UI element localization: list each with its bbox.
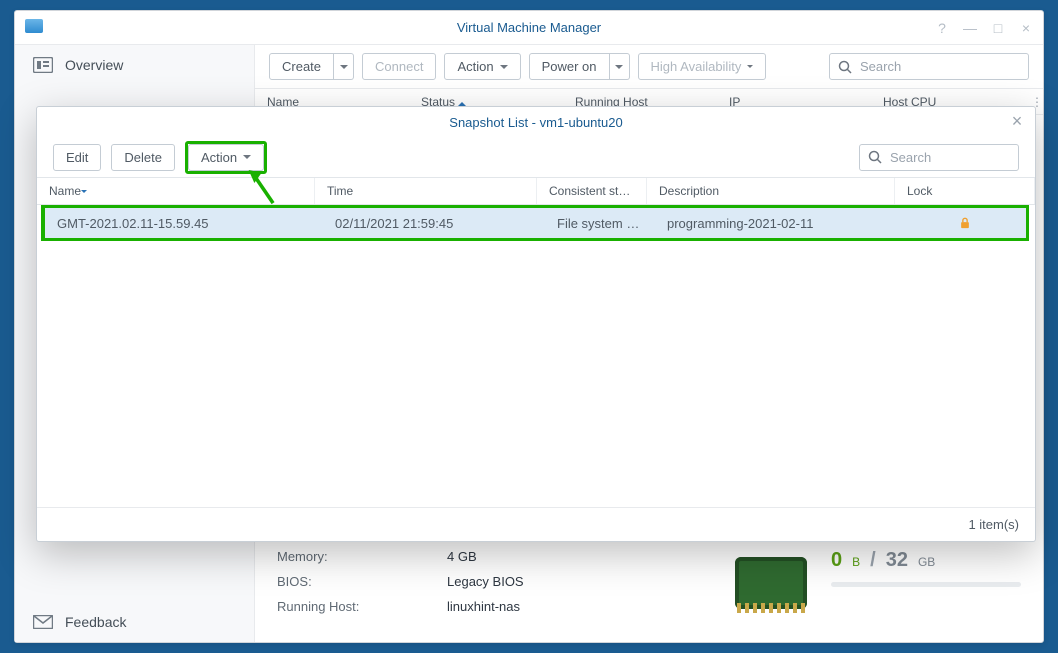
feedback-icon	[33, 614, 53, 630]
search-icon	[868, 150, 882, 164]
memory-used-value: 0	[831, 549, 842, 572]
memory-total-value: 32	[886, 549, 908, 572]
help-icon[interactable]: ?	[931, 17, 953, 39]
col-snapshot-time[interactable]: Time	[315, 178, 537, 204]
delete-button[interactable]: Delete	[111, 144, 175, 171]
modal-search-input[interactable]	[888, 149, 1010, 166]
create-button[interactable]: Create	[269, 53, 354, 80]
snapshot-table-body: GMT-2021.02.11-15.59.45 02/11/2021 21:59…	[37, 205, 1035, 507]
window-title: Virtual Machine Manager	[457, 20, 601, 35]
memory-used-unit: B	[852, 555, 860, 569]
chevron-down-icon	[243, 155, 251, 159]
edit-button[interactable]: Edit	[53, 144, 101, 171]
cell-snapshot-time: 02/11/2021 21:59:45	[323, 216, 545, 231]
close-icon[interactable]: ×	[1015, 17, 1037, 39]
memory-total-unit: GB	[918, 555, 935, 569]
search-icon	[838, 60, 852, 74]
window-controls: ? — □ ×	[931, 17, 1037, 39]
detail-memory-label: Memory:	[277, 549, 447, 564]
action-highlight: Action	[185, 141, 267, 174]
window-titlebar: Virtual Machine Manager ? — □ ×	[15, 11, 1043, 45]
vm-detail-kv: Memory:4 GB BIOS:Legacy BIOS Running Hos…	[277, 549, 524, 624]
overview-icon	[33, 57, 53, 73]
app-icon	[25, 19, 43, 33]
main-toolbar: Create Connect Action Power on High Avai…	[255, 45, 1043, 89]
snapshot-row[interactable]: GMT-2021.02.11-15.59.45 02/11/2021 21:59…	[45, 208, 1026, 238]
modal-close-icon[interactable]: ×	[1007, 111, 1027, 131]
sidebar-item-feedback[interactable]: Feedback	[15, 602, 254, 642]
modal-footer: 1 item(s)	[37, 507, 1035, 541]
row-highlight: GMT-2021.02.11-15.59.45 02/11/2021 21:59…	[41, 205, 1029, 241]
detail-running-host-value: linuxhint-nas	[447, 599, 520, 614]
action-button-main[interactable]: Action	[444, 53, 520, 80]
poweron-button[interactable]: Power on	[529, 53, 630, 80]
main-search-input[interactable]	[858, 58, 1020, 75]
lock-icon	[959, 217, 971, 229]
cell-snapshot-lock	[903, 217, 1026, 229]
item-count-label: 1 item(s)	[968, 517, 1019, 532]
detail-bios-label: BIOS:	[277, 574, 447, 589]
create-dropdown[interactable]	[334, 53, 354, 80]
modal-titlebar: Snapshot List - vm1-ubuntu20 ×	[37, 107, 1035, 137]
main-search[interactable]	[829, 53, 1029, 80]
modal-title-text: Snapshot List - vm1-ubuntu20	[449, 115, 622, 130]
col-snapshot-lock[interactable]: Lock	[895, 178, 1035, 204]
sort-desc-icon	[81, 190, 87, 193]
high-availability-button[interactable]: High Availability	[638, 53, 767, 80]
detail-bios-value: Legacy BIOS	[447, 574, 524, 589]
snapshot-table-header: Name Time Consistent st… Description Loc…	[37, 177, 1035, 205]
detail-memory-value: 4 GB	[447, 549, 477, 564]
sidebar-item-label: Overview	[65, 57, 123, 73]
cell-snapshot-description: programming-2021-02-11	[655, 216, 903, 231]
modal-search[interactable]	[859, 144, 1019, 171]
chevron-down-icon	[500, 65, 508, 69]
minimize-icon[interactable]: —	[959, 17, 981, 39]
modal-toolbar: Edit Delete Action	[37, 137, 1035, 177]
memory-bar	[831, 582, 1021, 587]
action-button[interactable]: Action	[188, 144, 264, 171]
cell-snapshot-name: GMT-2021.02.11-15.59.45	[45, 216, 323, 231]
maximize-icon[interactable]: □	[987, 17, 1009, 39]
col-snapshot-name[interactable]: Name	[37, 178, 315, 204]
host-memory-widget: 0B / 32 GB	[831, 549, 1021, 587]
sidebar-item-label: Feedback	[65, 614, 126, 630]
detail-running-host-label: Running Host:	[277, 599, 447, 614]
vm-detail-area: Memory:4 GB BIOS:Legacy BIOS Running Hos…	[255, 535, 1043, 642]
col-snapshot-description[interactable]: Description	[647, 178, 895, 204]
col-snapshot-consistent[interactable]: Consistent st…	[537, 178, 647, 204]
cell-snapshot-consistent: File system c…	[545, 216, 655, 231]
sidebar-item-overview[interactable]: Overview	[15, 45, 254, 85]
memory-separator: /	[870, 549, 876, 572]
sort-asc-icon	[458, 102, 466, 106]
connect-button[interactable]: Connect	[362, 53, 436, 80]
snapshot-modal: Snapshot List - vm1-ubuntu20 × Edit Dele…	[36, 106, 1036, 542]
cpu-chip-icon	[735, 557, 807, 609]
poweron-dropdown[interactable]	[610, 53, 630, 80]
